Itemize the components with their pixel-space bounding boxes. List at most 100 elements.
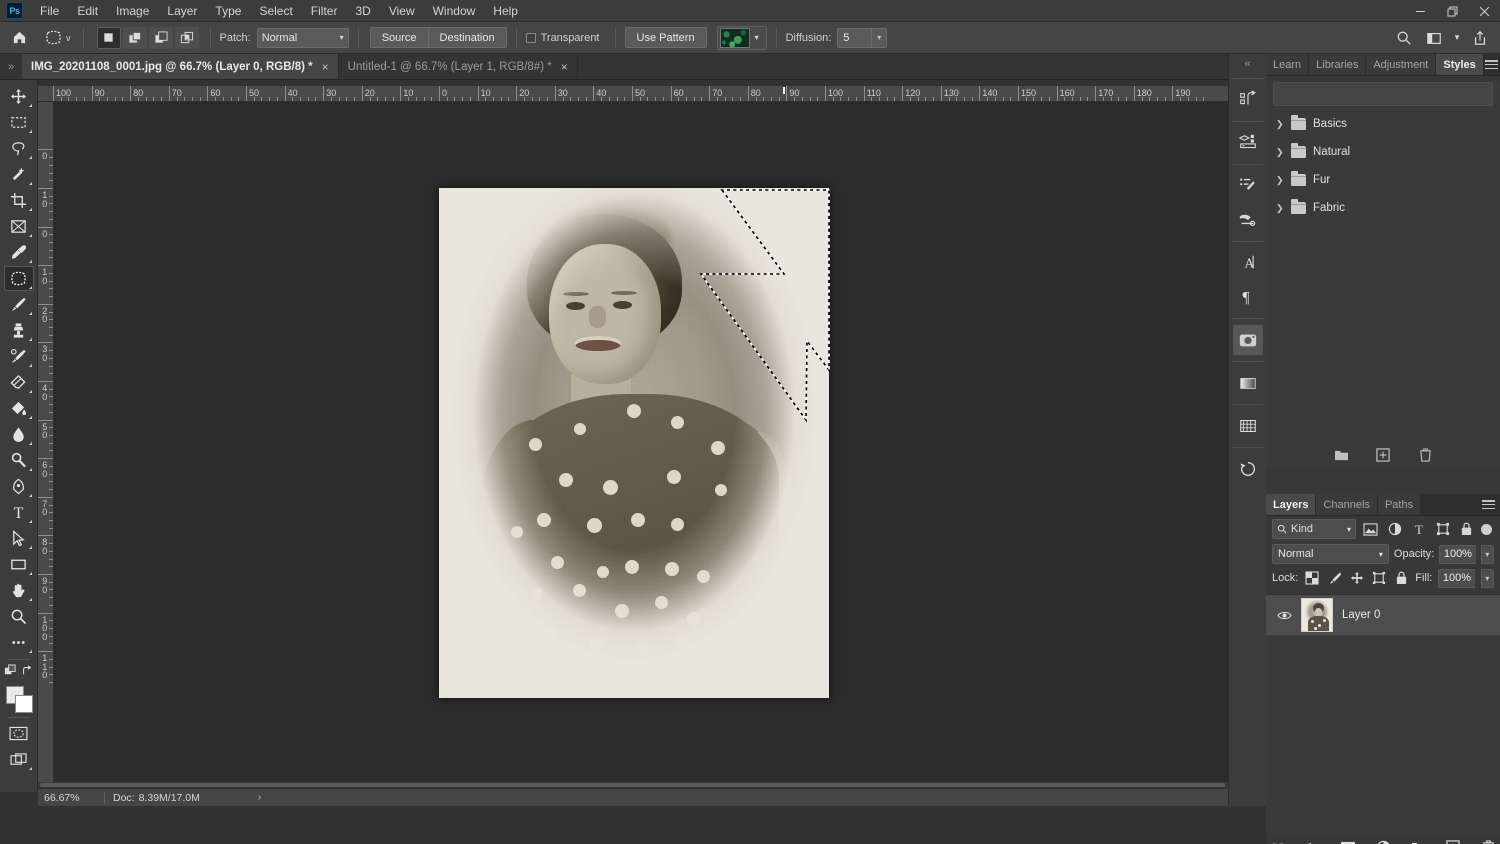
hand-tool[interactable]: [4, 578, 34, 603]
source-button[interactable]: Source: [369, 27, 428, 48]
lock-position-icon[interactable]: [1349, 570, 1365, 587]
type-tool[interactable]: T: [4, 500, 34, 525]
status-zoom-level[interactable]: 66.67%: [38, 792, 96, 804]
chevron-right-icon[interactable]: ❯: [1276, 203, 1284, 214]
horizontal-ruler[interactable]: 100 90 80 70 60 50 40 30 20 10 0 10 20 30 40 50 60 70 80 90…: [38, 86, 1228, 102]
close-icon[interactable]: ×: [322, 60, 329, 74]
quick-mask-icon[interactable]: [4, 721, 34, 746]
minimize-icon[interactable]: [1404, 0, 1436, 22]
styles-search-field[interactable]: [1273, 82, 1493, 106]
menu-3d[interactable]: 3D: [346, 2, 379, 20]
menu-select[interactable]: Select: [250, 2, 301, 20]
destination-button[interactable]: Destination: [427, 27, 507, 48]
menu-layer[interactable]: Layer: [158, 2, 206, 20]
actions-panel-icon[interactable]: [1233, 454, 1263, 484]
history-panel-icon[interactable]: [1233, 85, 1263, 115]
lasso-tool[interactable]: [4, 136, 34, 161]
scrollbar-thumb[interactable]: [40, 783, 1225, 787]
lock-all-icon[interactable]: [1393, 570, 1409, 587]
paragraph-panel-icon[interactable]: ¶: [1233, 282, 1263, 312]
add-to-selection-button[interactable]: [122, 26, 147, 49]
document-tab-active[interactable]: IMG_20201108_0001.jpg @ 66.7% (Layer 0, …: [22, 54, 339, 79]
filter-shape-icon[interactable]: [1433, 520, 1452, 539]
diffusion-stepper[interactable]: 5 ▾: [837, 27, 888, 48]
use-pattern-button[interactable]: Use Pattern: [624, 27, 707, 48]
layer-name[interactable]: Layer 0: [1342, 609, 1380, 621]
delete-layer-icon[interactable]: [1479, 838, 1497, 844]
document-image[interactable]: [439, 188, 829, 698]
pen-tool[interactable]: [4, 474, 34, 499]
pattern-picker[interactable]: ▾: [716, 25, 767, 50]
camera-raw-icon[interactable]: [1232, 325, 1263, 355]
gradients-panel-icon[interactable]: [1233, 368, 1263, 398]
share-icon[interactable]: [1466, 26, 1494, 50]
add-layer-mask-icon[interactable]: [1339, 838, 1357, 844]
restore-icon[interactable]: [1436, 0, 1468, 22]
search-icon[interactable]: [1390, 26, 1418, 50]
eyedropper-tool[interactable]: [4, 240, 34, 265]
lock-image-pixels-icon[interactable]: [1326, 570, 1342, 587]
eraser-tool[interactable]: [4, 370, 34, 395]
dodge-tool[interactable]: [4, 448, 34, 473]
zoom-tool[interactable]: [4, 604, 34, 629]
filter-image-icon[interactable]: [1361, 520, 1380, 539]
tab-styles[interactable]: Styles: [1436, 54, 1484, 75]
filter-adjustment-icon[interactable]: [1385, 520, 1404, 539]
workspace-icon[interactable]: [1420, 26, 1448, 50]
chevron-right-icon[interactable]: ❯: [1276, 119, 1284, 130]
edit-toolbar-tool[interactable]: [4, 630, 34, 655]
tab-channels[interactable]: Channels: [1316, 494, 1378, 515]
tab-libraries[interactable]: Libraries: [1309, 54, 1367, 75]
lock-transparent-pixels-icon[interactable]: [1304, 570, 1320, 587]
character-panel-icon[interactable]: A: [1233, 248, 1263, 278]
menu-view[interactable]: View: [380, 2, 424, 20]
chevron-down-icon[interactable]: ▾: [1450, 26, 1464, 50]
layer-row-layer-0[interactable]: Layer 0: [1266, 595, 1500, 635]
filter-type-icon[interactable]: T: [1409, 520, 1428, 539]
new-group-icon[interactable]: [1332, 446, 1350, 464]
rectangular-marquee-tool[interactable]: [4, 110, 34, 135]
brushes-icon[interactable]: [1233, 205, 1263, 235]
new-style-icon[interactable]: [1374, 446, 1392, 464]
panel-menu-icon[interactable]: [1484, 54, 1500, 75]
clone-stamp-tool[interactable]: [4, 318, 34, 343]
blend-mode-select[interactable]: Normal ▾: [1272, 544, 1389, 564]
menu-window[interactable]: Window: [424, 2, 485, 20]
delete-style-icon[interactable]: [1416, 446, 1434, 464]
eye-icon[interactable]: [1276, 610, 1292, 621]
crop-tool[interactable]: [4, 188, 34, 213]
default-colors-icon[interactable]: [4, 664, 17, 680]
menu-file[interactable]: File: [31, 2, 68, 20]
menu-edit[interactable]: Edit: [68, 2, 107, 20]
tab-adjustment[interactable]: Adjustment: [1366, 54, 1437, 75]
frame-tool[interactable]: [4, 214, 34, 239]
filter-smart-object-icon[interactable]: [1457, 520, 1476, 539]
move-tool[interactable]: [4, 84, 34, 109]
background-color-swatch[interactable]: [14, 695, 33, 713]
canvas-area[interactable]: [54, 102, 1228, 782]
style-group-fabric[interactable]: ❯ Fabric: [1266, 194, 1500, 222]
path-selection-tool[interactable]: [4, 526, 34, 551]
chevron-right-icon[interactable]: ❯: [1276, 147, 1284, 158]
lock-artboard-icon[interactable]: [1371, 570, 1387, 587]
history-brush-tool[interactable]: [4, 344, 34, 369]
link-layers-icon[interactable]: [1269, 838, 1287, 844]
home-icon[interactable]: [6, 26, 32, 50]
screen-mode-icon[interactable]: [4, 747, 34, 772]
chevron-double-right-icon[interactable]: »: [0, 54, 22, 79]
filter-enable-toggle[interactable]: [1481, 523, 1492, 535]
blur-tool[interactable]: [4, 422, 34, 447]
rectangle-tool[interactable]: [4, 552, 34, 577]
tool-preset-picker[interactable]: v: [40, 26, 74, 50]
magic-wand-tool[interactable]: [4, 162, 34, 187]
transparent-checkbox[interactable]: Transparent: [525, 32, 606, 44]
style-group-fur[interactable]: ❯ Fur: [1266, 166, 1500, 194]
chevron-down-icon[interactable]: ▾: [1480, 544, 1494, 564]
swap-colors-icon[interactable]: [21, 664, 33, 680]
chevron-right-icon[interactable]: ❯: [1276, 175, 1284, 186]
diffusion-value[interactable]: 5: [837, 27, 872, 48]
layer-filter-kind-select[interactable]: Kind ▾: [1272, 519, 1356, 539]
intersect-with-selection-button[interactable]: [174, 26, 199, 49]
style-group-basics[interactable]: ❯ Basics: [1266, 110, 1500, 138]
chevron-double-left-icon[interactable]: «: [1229, 54, 1266, 74]
